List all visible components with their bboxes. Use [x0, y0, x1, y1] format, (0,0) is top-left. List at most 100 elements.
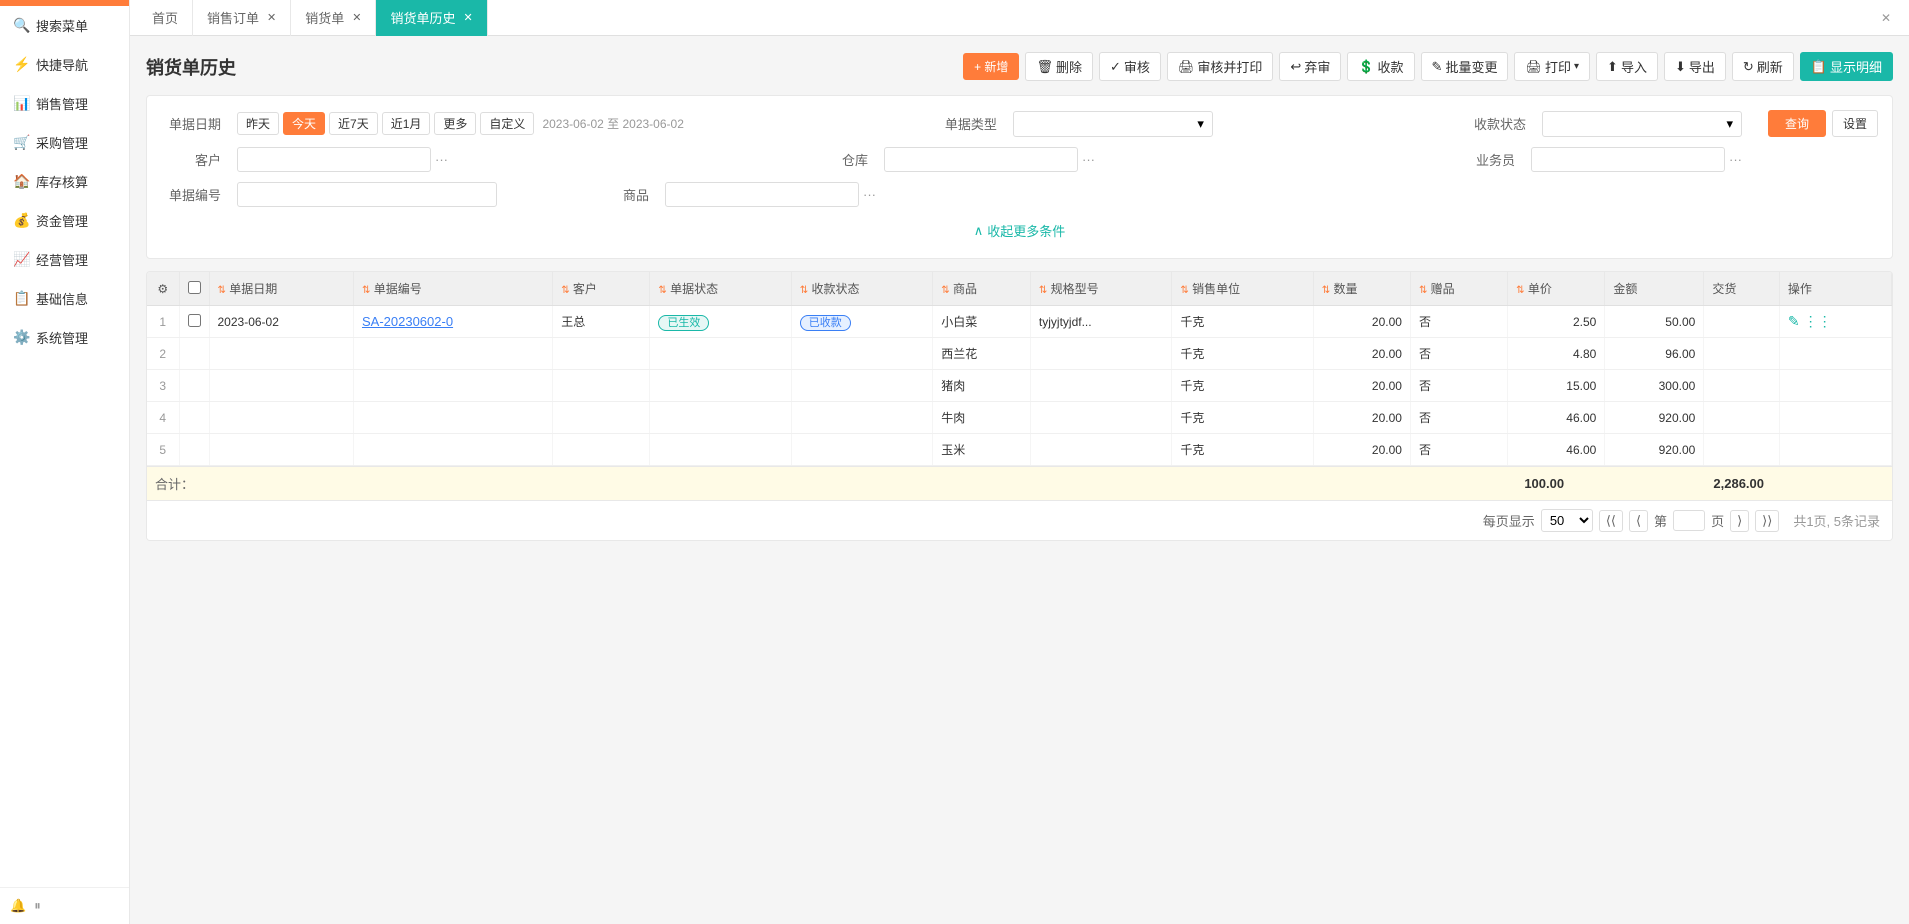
row-qty: 20.00 — [1313, 370, 1410, 402]
settings-col-header[interactable]: ⚙ — [147, 272, 179, 306]
doc-date-col-header[interactable]: ⇅ 单据日期 — [209, 272, 353, 306]
row-checkbox[interactable] — [188, 314, 201, 327]
customer-input[interactable] — [237, 147, 431, 172]
tab-close-sales-history[interactable]: ✕ — [464, 11, 473, 24]
customer-dots[interactable]: ··· — [435, 152, 448, 167]
filter-panel: 单据日期 昨天 今天 近7天 近1月 更多 自定义 2023-06-02 至 2… — [146, 95, 1893, 259]
date-group: 昨天 今天 近7天 近1月 更多 自定义 2023-06-02 至 2023-0… — [237, 112, 684, 135]
row-gift: 否 — [1410, 306, 1507, 338]
warehouse-input[interactable] — [884, 147, 1078, 172]
salesperson-input[interactable] — [1531, 147, 1725, 172]
tab-sales-history[interactable]: 销货单历史✕ — [376, 0, 487, 36]
next-page-button[interactable]: ⟩ — [1730, 510, 1749, 532]
customer-col-header[interactable]: ⇅ 客户 — [553, 272, 650, 306]
per-page-label: 每页显示 — [1483, 511, 1535, 530]
payment-status-select[interactable]: ▾ — [1542, 111, 1742, 137]
batch-change-button[interactable]: ✎ 批量变更 — [1421, 52, 1509, 81]
tab-sales-goods[interactable]: 销货单✕ — [291, 0, 376, 36]
row-product: 小白菜 — [933, 306, 1031, 338]
page-unit: 页 — [1711, 511, 1724, 530]
qty-col-header[interactable]: ⇅ 数量 — [1313, 272, 1410, 306]
collapse-section: ∧ 收起更多条件 — [161, 217, 1878, 244]
sidebar-bottom-icon1[interactable]: 🔔 — [10, 898, 26, 914]
date-today[interactable]: 今天 — [283, 112, 325, 135]
collapse-arrow-icon: ∧ — [974, 223, 984, 239]
sidebar-item-purchase-mgmt[interactable]: 🛒采购管理 — [0, 123, 129, 162]
per-page-select[interactable]: 50 100 200 — [1541, 509, 1593, 532]
row-transaction — [1704, 338, 1780, 370]
export-button[interactable]: ⬇ 导出 — [1664, 52, 1726, 81]
import-button[interactable]: ⬆ 导入 — [1596, 52, 1658, 81]
unit-col-header[interactable]: ⇅ 销售单位 — [1172, 272, 1313, 306]
page-number-input[interactable]: 1 — [1673, 510, 1705, 531]
date-custom[interactable]: 自定义 — [480, 112, 534, 135]
audit-print-button[interactable]: 🖨 审核并打印 — [1167, 52, 1274, 81]
select-all-checkbox[interactable] — [188, 281, 201, 294]
product-dots[interactable]: ··· — [863, 187, 876, 202]
sidebar-item-finance-mgmt[interactable]: 💰资金管理 — [0, 201, 129, 240]
first-page-button[interactable]: ⟨⟨ — [1599, 510, 1623, 532]
new-button[interactable]: + 新增 — [963, 53, 1019, 80]
row-price: 2.50 — [1508, 306, 1605, 338]
row-checkbox-cell — [179, 402, 209, 434]
warehouse-label: 仓库 — [808, 150, 868, 169]
doc-status-col-header[interactable]: ⇅ 单据状态 — [650, 272, 791, 306]
product-col-header[interactable]: ⇅ 商品 — [933, 272, 1031, 306]
edit-icon[interactable]: ✎ — [1788, 313, 1800, 330]
salesperson-dots[interactable]: ··· — [1729, 152, 1742, 167]
tab-close-sales-order[interactable]: ✕ — [267, 11, 276, 24]
date-more[interactable]: 更多 — [434, 112, 476, 135]
tab-close-sales-goods[interactable]: ✕ — [352, 11, 361, 24]
print-button[interactable]: 🖨 打印 ▾ — [1514, 52, 1590, 81]
gift-col-header[interactable]: ⇅ 赠品 — [1410, 272, 1507, 306]
last-page-button[interactable]: ⟩⟩ — [1755, 510, 1779, 532]
row-doc-status — [650, 434, 791, 466]
prev-page-button[interactable]: ⟨ — [1629, 510, 1648, 532]
date-7days[interactable]: 近7天 — [329, 112, 378, 135]
audit-button[interactable]: ✓ 审核 — [1099, 52, 1161, 81]
doc-number-col-header[interactable]: ⇅ 单据编号 — [353, 272, 552, 306]
delete-button[interactable]: 🗑 删除 — [1025, 52, 1093, 81]
abandon-button[interactable]: ↩ 弃审 — [1279, 52, 1341, 81]
collect-icon: 💲 — [1358, 59, 1374, 75]
doc-type-select[interactable]: ▾ — [1013, 111, 1213, 137]
sidebar-item-basic-info[interactable]: 📋基础信息 — [0, 279, 129, 318]
row-doc-date: 2023-06-02 — [209, 306, 353, 338]
date-yesterday[interactable]: 昨天 — [237, 112, 279, 135]
show-detail-button[interactable]: 📋 显示明细 — [1800, 52, 1893, 81]
sidebar-item-ops-mgmt[interactable]: 📈经营管理 — [0, 240, 129, 279]
warehouse-dots[interactable]: ··· — [1082, 152, 1095, 167]
more-icon[interactable]: ⋮⋮ — [1804, 313, 1832, 330]
tab-home[interactable]: 首页 — [138, 0, 193, 36]
query-button[interactable]: 查询 — [1768, 110, 1826, 137]
sidebar-bottom-icon2[interactable]: ⏸ — [34, 898, 41, 914]
refresh-button[interactable]: ↻ 刷新 — [1732, 52, 1794, 81]
sidebar-item-quick-nav[interactable]: ⚡快捷导航 — [0, 45, 129, 84]
close-all-tabs[interactable]: ✕ — [1871, 11, 1901, 25]
collapse-button[interactable]: ∧ 收起更多条件 — [161, 217, 1878, 244]
row-index: 5 — [147, 434, 179, 466]
date-1month[interactable]: 近1月 — [382, 112, 431, 135]
row-doc-number — [353, 434, 552, 466]
row-actions — [1779, 434, 1891, 466]
row-qty: 20.00 — [1313, 338, 1410, 370]
main-area: 首页销售订单✕销货单✕销货单历史✕ ✕ 销货单历史 + 新增 🗑 删除 ✓ 审核… — [130, 0, 1909, 924]
tab-sales-order[interactable]: 销售订单✕ — [193, 0, 291, 36]
row-doc-status — [650, 402, 791, 434]
product-input[interactable] — [665, 182, 859, 207]
doc-number-link[interactable]: SA-20230602-0 — [362, 314, 453, 329]
row-amount: 50.00 — [1605, 306, 1704, 338]
doc-number-input[interactable] — [237, 182, 497, 207]
collect-button[interactable]: 💲 收款 — [1347, 52, 1414, 81]
sidebar-item-inventory[interactable]: 🏠库存核算 — [0, 162, 129, 201]
spec-col-header[interactable]: ⇅ 规格型号 — [1030, 272, 1171, 306]
row-amount: 300.00 — [1605, 370, 1704, 402]
payment-status-col-header[interactable]: ⇅ 收款状态 — [791, 272, 932, 306]
payment-status-arrow: ▾ — [1726, 116, 1733, 132]
price-col-header[interactable]: ⇅ 单价 — [1508, 272, 1605, 306]
row-checkbox-cell — [179, 306, 209, 338]
sidebar-item-sales-mgmt[interactable]: 📊销售管理 — [0, 84, 129, 123]
settings-button[interactable]: 设置 — [1832, 110, 1878, 137]
sidebar-item-search-menu[interactable]: 🔍搜索菜单 — [0, 6, 129, 45]
sidebar-item-system-mgmt[interactable]: ⚙️系统管理 — [0, 318, 129, 357]
